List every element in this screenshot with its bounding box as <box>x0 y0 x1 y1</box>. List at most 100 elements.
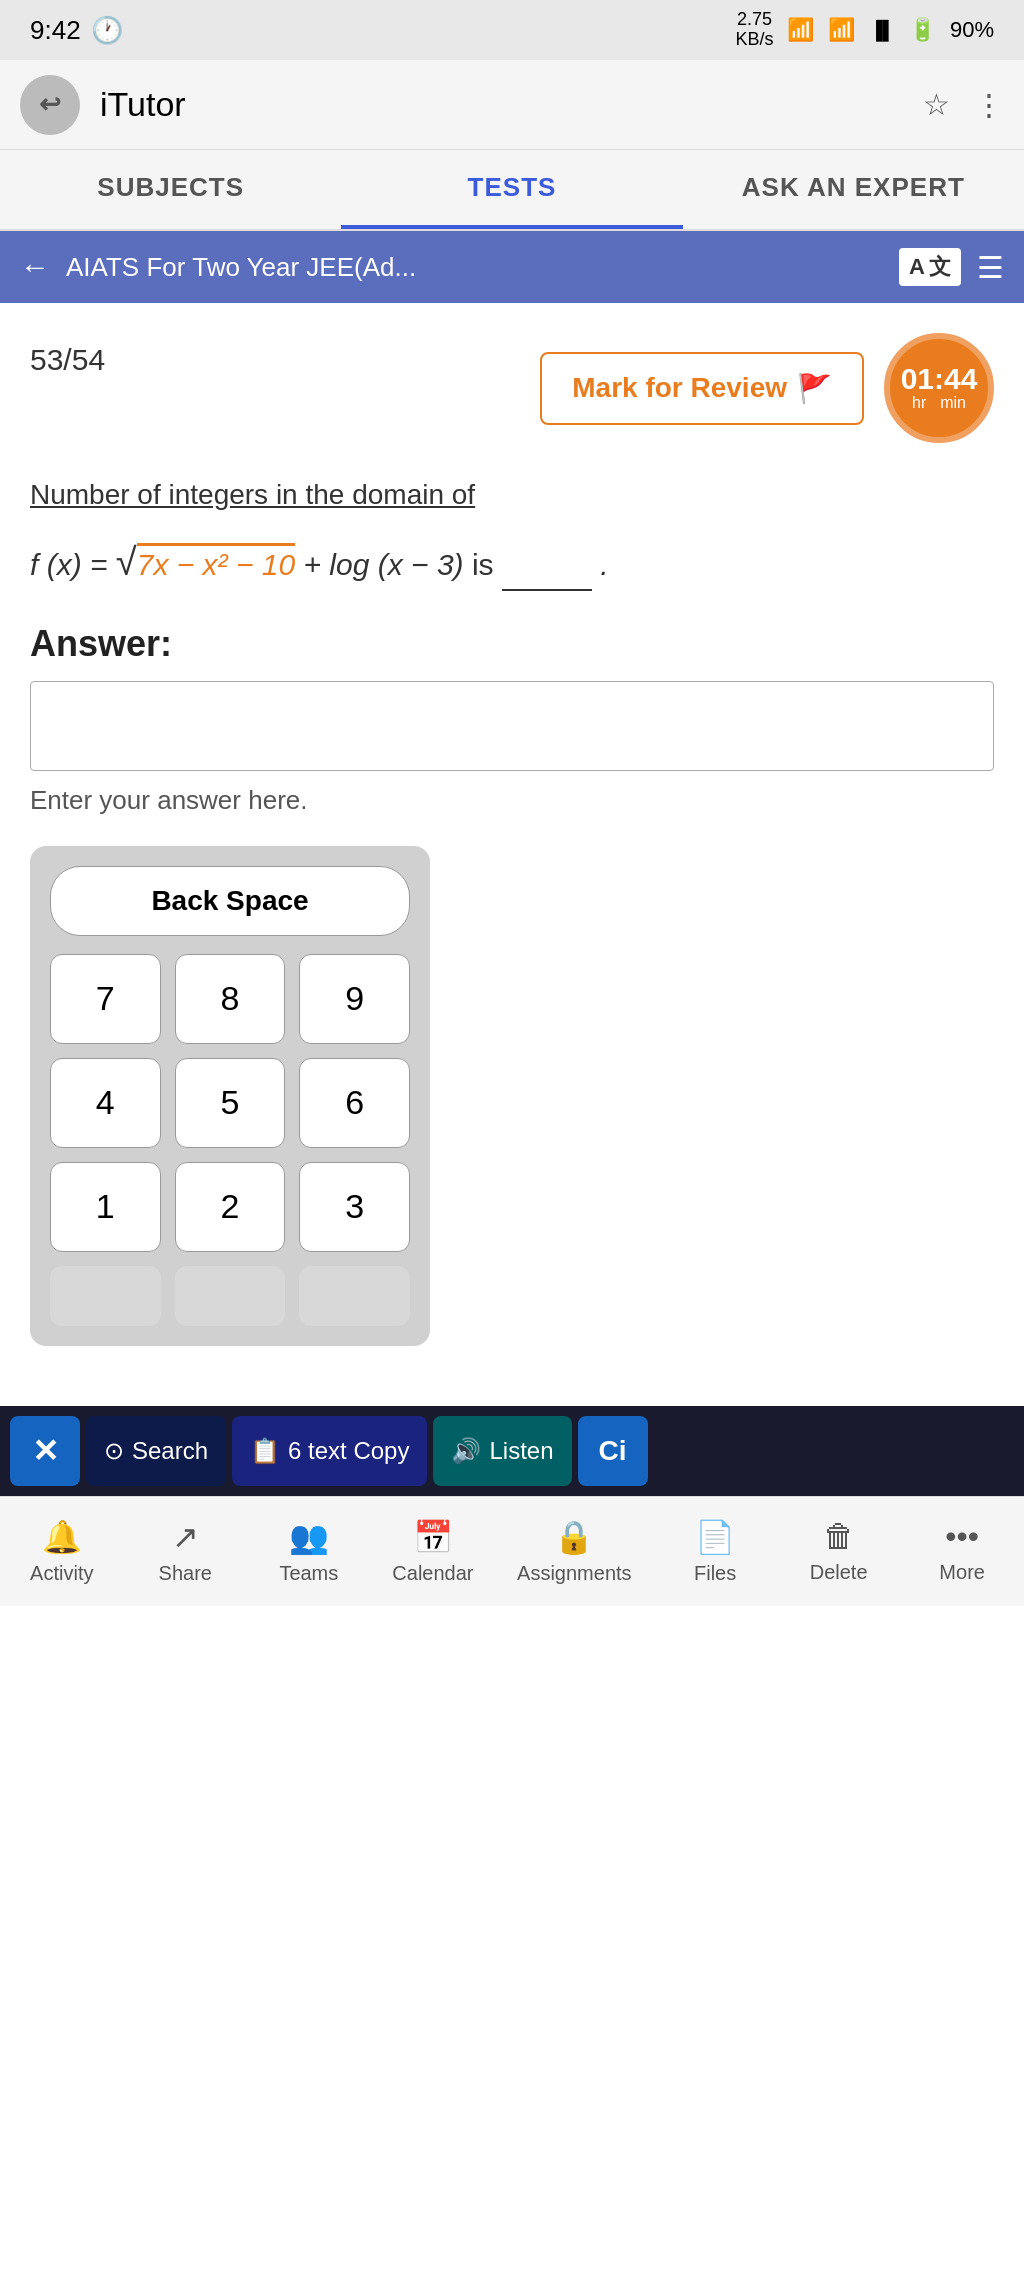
close-button[interactable]: ✕ <box>10 1416 80 1486</box>
tab-ask-expert[interactable]: ASK AN EXPERT <box>683 150 1024 229</box>
nav-more-label: More <box>939 1561 985 1584</box>
nav-more[interactable]: ••• More <box>922 1518 1002 1584</box>
keypad-bottom-row <box>50 1266 410 1326</box>
status-time: 9:42 <box>30 15 81 46</box>
key-7[interactable]: 7 <box>50 954 161 1044</box>
battery-icon: 🔋 <box>909 17 936 43</box>
listen-label: Listen <box>489 1437 553 1465</box>
search-label: Search <box>132 1437 208 1465</box>
timer: 01:44 hr min <box>884 333 994 443</box>
more-dots-icon: ••• <box>945 1518 979 1555</box>
bottom-toolbar: ✕ ⊙ Search 📋 6 text Copy 🔊 Listen Ci <box>0 1406 1024 1496</box>
calendar-icon: 📅 <box>413 1518 453 1556</box>
key-partial-3 <box>299 1266 410 1326</box>
back-avatar[interactable]: ↩ <box>20 75 80 135</box>
keypad-grid: 7 8 9 4 5 6 1 2 3 <box>50 954 410 1252</box>
mark-review-label: Mark for Review <box>572 372 787 404</box>
more-icon[interactable]: ⋮ <box>974 87 1004 122</box>
delete-icon: 🗑 <box>823 1518 855 1555</box>
timer-value: 01:44 <box>901 364 978 394</box>
listen-button[interactable]: 🔊 Listen <box>433 1416 571 1486</box>
answer-section: Answer: Enter your answer here. <box>30 623 994 816</box>
ci-label: Ci <box>599 1435 627 1467</box>
tab-subjects[interactable]: SUBJECTS <box>0 150 341 229</box>
key-8[interactable]: 8 <box>175 954 286 1044</box>
listen-icon: 🔊 <box>451 1437 481 1465</box>
breadcrumb-bar: ← AIATS For Two Year JEE(Ad... A 文 ☰ <box>0 231 1024 303</box>
sqrt-symbol: √ <box>116 541 137 583</box>
key-5[interactable]: 5 <box>175 1058 286 1148</box>
question-header: 53/54 Mark for Review 🚩 01:44 hr min <box>30 333 994 443</box>
status-left: 9:42 🕐 <box>30 15 123 46</box>
key-4[interactable]: 4 <box>50 1058 161 1148</box>
key-partial-1 <box>50 1266 161 1326</box>
bottom-nav: 🔔 Activity ↗ Share 👥 Teams 📅 Calendar 🔒 … <box>0 1496 1024 1606</box>
signal-icon2: ▐▌ <box>869 20 895 41</box>
question-number: 53/54 <box>30 343 105 377</box>
key-6[interactable]: 6 <box>299 1058 410 1148</box>
share-icon: ↗ <box>172 1518 199 1556</box>
close-icon: ✕ <box>32 1432 59 1470</box>
question-math: f (x) = √7x − x² − 10 + log (x − 3) is . <box>30 532 994 593</box>
keypad: Back Space 7 8 9 4 5 6 1 2 3 <box>30 846 430 1346</box>
nav-teams[interactable]: 👥 Teams <box>269 1518 349 1585</box>
timer-hr-label: hr <box>912 394 926 412</box>
blank-line <box>502 541 592 591</box>
key-partial-2 <box>175 1266 286 1326</box>
nav-share-label: Share <box>159 1562 212 1585</box>
nav-teams-label: Teams <box>279 1562 338 1585</box>
nav-share[interactable]: ↗ Share <box>145 1518 225 1585</box>
plus-log: + log (x − 3) <box>303 548 463 581</box>
answer-label: Answer: <box>30 623 994 665</box>
sqrt-content: 7x − x² − 10 <box>137 543 295 581</box>
nav-delete-label: Delete <box>810 1561 868 1584</box>
answer-input[interactable] <box>30 681 994 771</box>
timer-min-label: min <box>940 394 966 412</box>
hamburger-icon[interactable]: ☰ <box>977 250 1004 285</box>
enter-hint: Enter your answer here. <box>30 785 994 816</box>
activity-icon: 🔔 <box>42 1518 82 1556</box>
breadcrumb-title: AIATS For Two Year JEE(Ad... <box>66 252 883 283</box>
star-icon[interactable]: ☆ <box>923 87 950 122</box>
backspace-button[interactable]: Back Space <box>50 866 410 936</box>
tab-tests[interactable]: TESTS <box>341 150 682 229</box>
nav-delete[interactable]: 🗑 Delete <box>799 1518 879 1584</box>
backspace-label: Back Space <box>151 885 308 916</box>
nav-calendar-label: Calendar <box>392 1562 473 1585</box>
nav-calendar[interactable]: 📅 Calendar <box>392 1518 473 1585</box>
question-text: Number of integers in the domain of f (x… <box>30 473 994 593</box>
key-3[interactable]: 3 <box>299 1162 410 1252</box>
func-start: f (x) = <box>30 548 116 581</box>
app-title: iTutor <box>100 85 903 124</box>
nav-files-label: Files <box>694 1562 736 1585</box>
battery-percent: 90% <box>950 17 994 43</box>
nav-activity[interactable]: 🔔 Activity <box>22 1518 102 1585</box>
nav-files[interactable]: 📄 Files <box>675 1518 755 1585</box>
period: . <box>600 548 608 581</box>
search-button[interactable]: ⊙ Search <box>86 1416 226 1486</box>
is-label: is <box>472 548 502 581</box>
key-2[interactable]: 2 <box>175 1162 286 1252</box>
kbs-indicator: 2.75KB/s <box>735 10 773 50</box>
lang-badge[interactable]: A 文 <box>899 248 961 286</box>
files-icon: 📄 <box>695 1518 735 1556</box>
wifi-icon: 📶 <box>787 17 814 43</box>
breadcrumb-back-arrow[interactable]: ← <box>20 250 50 284</box>
signal-icon1: 📶 <box>828 17 855 43</box>
lang-a: A <box>909 254 925 280</box>
key-1[interactable]: 1 <box>50 1162 161 1252</box>
lang-ja: 文 <box>929 252 951 282</box>
copy-text-button[interactable]: 📋 6 text Copy <box>232 1416 427 1486</box>
nav-activity-label: Activity <box>30 1562 93 1585</box>
nav-assignments[interactable]: 🔒 Assignments <box>517 1518 632 1585</box>
ci-button[interactable]: Ci <box>578 1416 648 1486</box>
key-9[interactable]: 9 <box>299 954 410 1044</box>
copy-label: 6 text Copy <box>288 1437 409 1465</box>
clock-icon: 🕐 <box>91 15 123 46</box>
main-content: 53/54 Mark for Review 🚩 01:44 hr min Num… <box>0 303 1024 1346</box>
flag-icon: 🚩 <box>797 372 832 405</box>
assignments-icon: 🔒 <box>554 1518 594 1556</box>
mark-review-button[interactable]: Mark for Review 🚩 <box>540 352 864 425</box>
timer-labels: hr min <box>912 394 966 412</box>
copy-icon: 📋 <box>250 1437 280 1465</box>
